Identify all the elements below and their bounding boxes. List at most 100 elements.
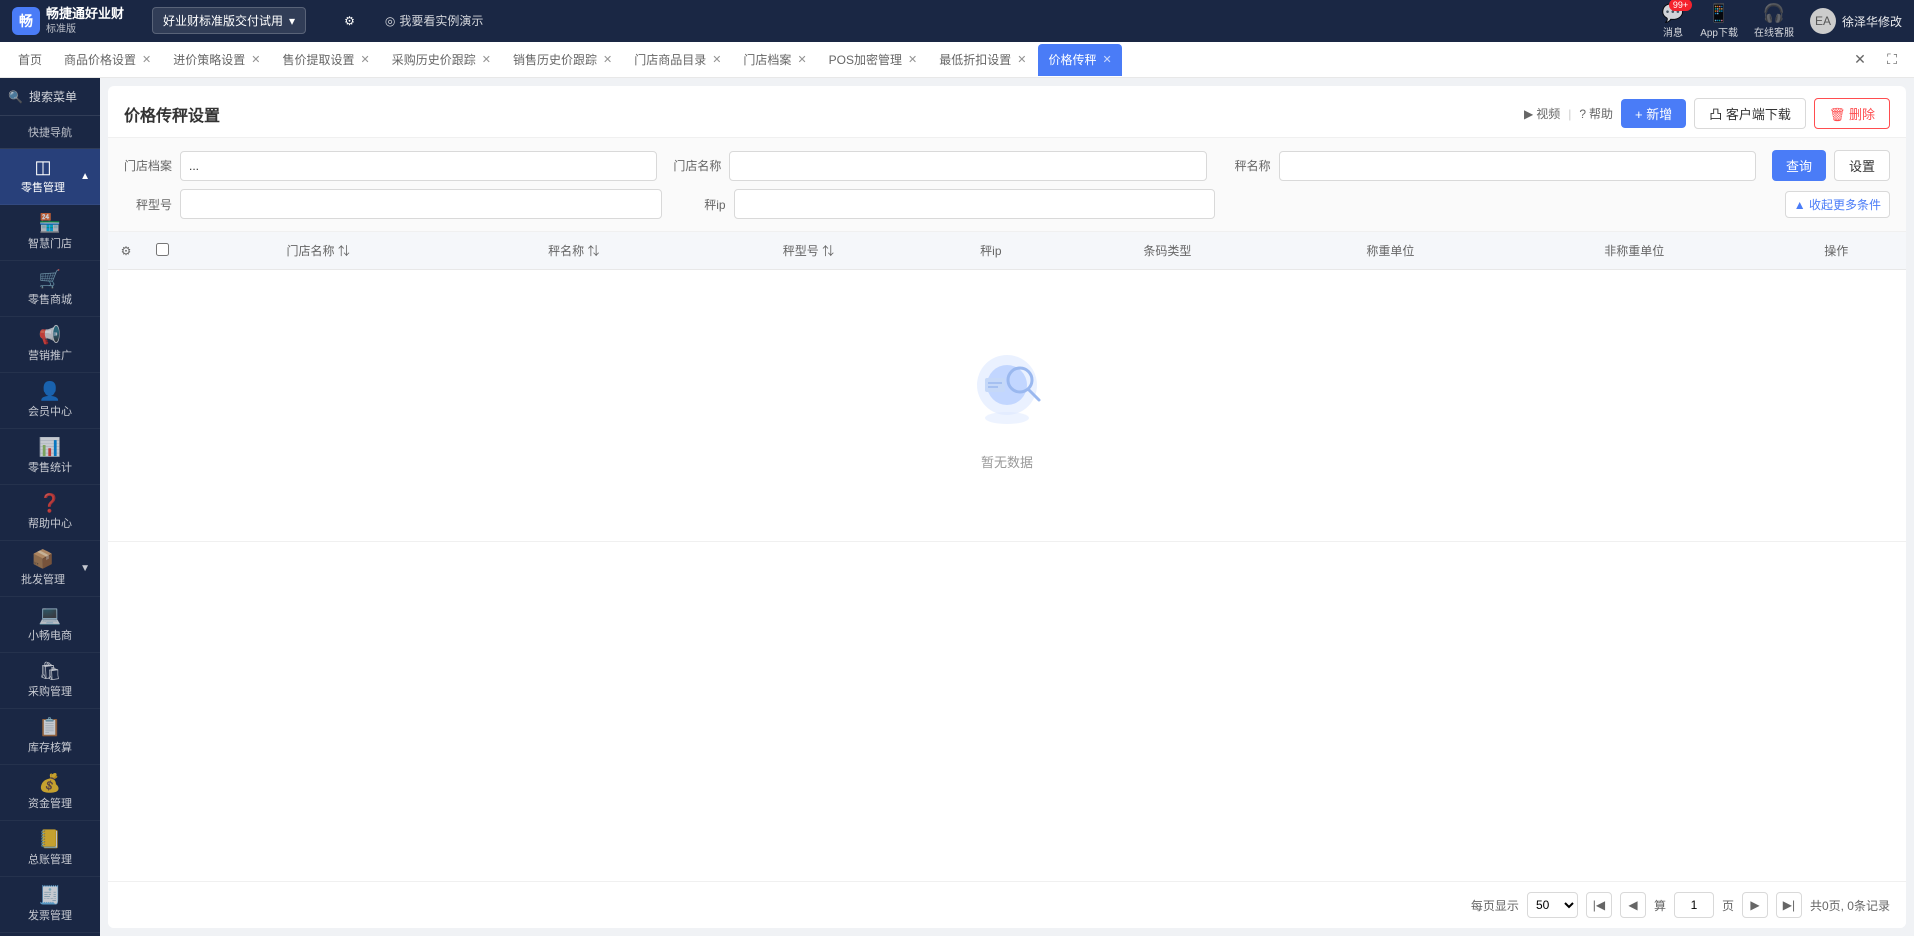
th-checkbox[interactable] — [144, 232, 180, 270]
download-client-button[interactable]: 凸 客户端下载 — [1694, 98, 1806, 129]
tab-sale-history[interactable]: 销售历史价跟踪 ✕ — [503, 44, 622, 76]
purchase-icon: 🛍 — [39, 661, 62, 682]
logo-icon: 畅 — [12, 7, 40, 35]
maximize-button[interactable]: ⛶ — [1878, 46, 1906, 74]
sidebar-item-retail-stats[interactable]: 📊 零售统计 — [0, 429, 100, 485]
sidebar-item-ledger[interactable]: 📒 总账管理 — [0, 821, 100, 877]
sidebar-item-ecom[interactable]: 💻 小畅电商 — [0, 597, 100, 653]
table-head: ⚙ 门店名称 ⇅ 秤名称 ⇅ — [108, 232, 1906, 270]
sidebar-item-finance[interactable]: 💰 资金管理 — [0, 765, 100, 821]
ecom-icon: 💻 — [39, 605, 61, 626]
demo-button[interactable]: ◎ 我要看实例演示 — [385, 12, 484, 29]
close-tab-purchase-history[interactable]: ✕ — [482, 53, 491, 66]
page-header: 价格传秤设置 ▶ 视频 | ? 帮助 + 新增 — [108, 86, 1906, 138]
close-tab-purchase-strategy[interactable]: ✕ — [251, 53, 260, 66]
per-page-select[interactable]: 50 100 200 — [1527, 892, 1578, 918]
sidebar-item-marketing[interactable]: 📢 营销推广 — [0, 317, 100, 373]
page-number-input[interactable] — [1674, 892, 1714, 918]
dropdown-icon: ▾ — [289, 14, 295, 28]
sidebar-item-smart-store[interactable]: 🏪 智慧门店 — [0, 205, 100, 261]
th-weight-unit: 称重单位 — [1279, 232, 1502, 270]
member-icon: 👤 — [39, 381, 61, 402]
filter-area: 门店档案 ... 门店名称 秤名称 查询 — [108, 138, 1906, 232]
tab-price-scale[interactable]: 价格传秤 ✕ — [1038, 44, 1121, 76]
video-icon: ▶ — [1524, 107, 1533, 121]
help-link[interactable]: ? 帮助 — [1579, 105, 1613, 122]
set-button[interactable]: 设置 — [1834, 150, 1890, 181]
tab-store-catalog[interactable]: 门店商品目录 ✕ — [624, 44, 731, 76]
sidebar-item-purchase[interactable]: 🛍 采购管理 — [0, 653, 100, 709]
sidebar-item-invoice[interactable]: 🧾 发票管理 — [0, 877, 100, 933]
close-tab-pos-management[interactable]: ✕ — [908, 53, 917, 66]
page-word: 算 — [1654, 897, 1666, 914]
filter-store-archive: 门店档案 ... — [124, 151, 657, 181]
add-button[interactable]: + 新增 — [1621, 99, 1686, 128]
sidebar-item-retail[interactable]: ◫ 零售管理 ▲ — [0, 149, 100, 205]
scale-model-input[interactable] — [180, 189, 662, 219]
tab-product-price[interactable]: 商品价格设置 ✕ — [54, 44, 161, 76]
collapse-filter-button[interactable]: ▲ 收起更多条件 — [1785, 191, 1890, 218]
tab-bar: 首页 商品价格设置 ✕ 进价策略设置 ✕ 售价提取设置 ✕ 采购历史价跟踪 ✕ … — [0, 42, 1914, 78]
tab-pos-management[interactable]: POS加密管理 ✕ — [819, 44, 928, 76]
close-tab-min-discount[interactable]: ✕ — [1017, 53, 1026, 66]
sidebar-item-wholesale[interactable]: 📦 批发管理 ▼ — [0, 541, 100, 597]
pagination-bar: 每页显示 50 100 200 |◀ ◀ 算 页 ▶ ▶| 共0页, 0条记录 — [108, 881, 1906, 928]
close-tab-price-scale[interactable]: ✕ — [1102, 53, 1111, 66]
store-archive-selector[interactable]: ... — [180, 151, 657, 181]
retail-stats-icon: 📊 — [39, 437, 61, 458]
sidebar-item-retail-mall[interactable]: 🛒 零售商城 — [0, 261, 100, 317]
top-bar: 畅 畅捷通好业财 标准版 好业财标准版交付试用 ▾ ⚙ ◎ 我要看实例演示 💬 … — [0, 0, 1914, 42]
delete-button[interactable]: 🗑 删除 — [1814, 98, 1890, 129]
tab-store-archive[interactable]: 门店档案 ✕ — [733, 44, 816, 76]
scale-name-input[interactable] — [1279, 151, 1756, 181]
scale-ip-input[interactable] — [734, 189, 1216, 219]
sort-icon-3: ⇅ — [822, 244, 834, 258]
filter-row-1: 门店档案 ... 门店名称 秤名称 查询 — [124, 150, 1890, 181]
retail-arrow-icon: ▲ — [80, 171, 90, 182]
query-button[interactable]: 查询 — [1772, 150, 1826, 181]
sidebar-item-member[interactable]: 👤 会员中心 — [0, 373, 100, 429]
th-settings[interactable]: ⚙ — [108, 232, 144, 270]
tab-purchase-history[interactable]: 采购历史价跟踪 ✕ — [382, 44, 501, 76]
th-scale-name[interactable]: 秤名称 ⇅ — [456, 232, 691, 270]
next-page-button[interactable]: ▶ — [1742, 892, 1768, 918]
sidebar-search[interactable]: 🔍 搜索菜单 — [0, 78, 100, 116]
th-scale-model[interactable]: 秤型号 ⇅ — [691, 232, 926, 270]
user-menu[interactable]: EA 徐泽华修改 — [1810, 8, 1902, 34]
sort-icon: ⇅ — [338, 244, 350, 258]
tab-min-discount[interactable]: 最低折扣设置 ✕ — [929, 44, 1036, 76]
column-settings-icon: ⚙ — [121, 244, 132, 258]
message-button[interactable]: 💬 消息 99+ — [1662, 3, 1684, 39]
last-page-button[interactable]: ▶| — [1776, 892, 1802, 918]
sidebar-item-inventory[interactable]: 📋 库存核算 — [0, 709, 100, 765]
video-link[interactable]: ▶ 视频 — [1524, 105, 1560, 122]
store-name-input[interactable] — [729, 151, 1206, 181]
version-selector[interactable]: 好业财标准版交付试用 ▾ — [152, 7, 306, 34]
table-header-row: ⚙ 门店名称 ⇅ 秤名称 ⇅ — [108, 232, 1906, 270]
tab-home[interactable]: 首页 — [8, 44, 52, 76]
close-window-button[interactable]: ✕ — [1846, 46, 1874, 74]
inventory-icon: 📋 — [39, 717, 61, 738]
page-title: 价格传秤设置 — [124, 102, 220, 126]
close-tab-sale-price[interactable]: ✕ — [361, 53, 370, 66]
finance-icon: 💰 — [39, 773, 61, 794]
first-page-button[interactable]: |◀ — [1586, 892, 1612, 918]
online-service-button[interactable]: 🎧 在线客服 — [1754, 3, 1794, 39]
empty-text: 暂无数据 — [981, 452, 1033, 471]
th-non-weight-unit: 非称重单位 — [1502, 232, 1767, 270]
settings-icon-top[interactable]: ⚙ — [334, 10, 365, 32]
close-tab-store-catalog[interactable]: ✕ — [712, 53, 721, 66]
prev-page-button[interactable]: ◀ — [1620, 892, 1646, 918]
sidebar-quick-nav[interactable]: 快捷导航 — [0, 116, 100, 149]
sidebar-item-help[interactable]: ❓ 帮助中心 — [0, 485, 100, 541]
select-all-checkbox[interactable] — [156, 243, 169, 256]
tab-purchase-strategy[interactable]: 进价策略设置 ✕ — [163, 44, 270, 76]
close-tab-product-price[interactable]: ✕ — [142, 53, 151, 66]
close-tab-store-archive[interactable]: ✕ — [797, 53, 806, 66]
filter-buttons: 查询 设置 — [1772, 150, 1890, 181]
close-tab-sale-history[interactable]: ✕ — [603, 53, 612, 66]
app-download-button[interactable]: 📱 App下载 — [1700, 3, 1738, 39]
tab-sale-price[interactable]: 售价提取设置 ✕ — [272, 44, 379, 76]
main-layout: 🔍 搜索菜单 快捷导航 ◫ 零售管理 ▲ 🏪 智慧门店 🛒 零售商城 📢 营销推… — [0, 78, 1914, 936]
th-store-name[interactable]: 门店名称 ⇅ — [180, 232, 456, 270]
